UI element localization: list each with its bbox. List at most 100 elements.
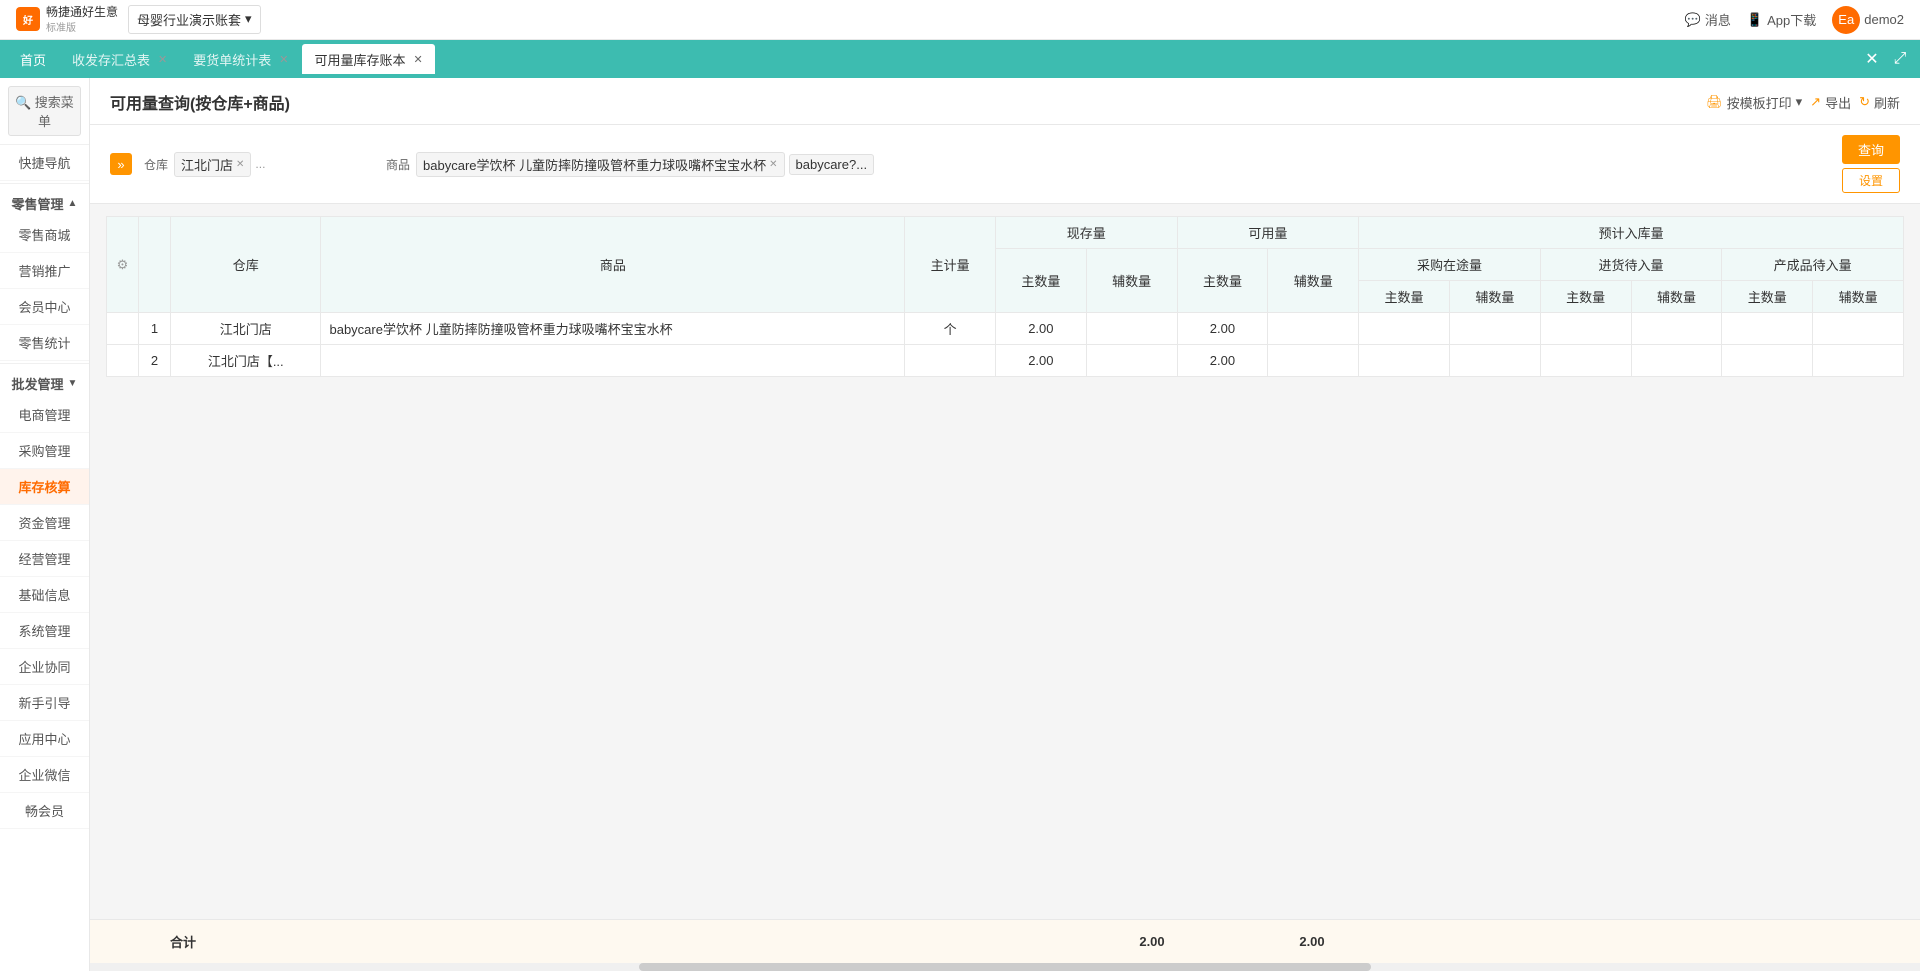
- tab-order-stats-close[interactable]: ✕: [279, 53, 288, 66]
- sidebar-search-area: 🔍 搜索菜单: [0, 78, 89, 145]
- row1-unit: 个: [905, 313, 996, 345]
- summary-available-main: 2.00: [1272, 926, 1352, 957]
- system-label: 系统管理: [18, 624, 70, 639]
- filter-expand-button[interactable]: »: [110, 153, 132, 175]
- org-selector[interactable]: 母婴行业演示账套 ▾: [128, 5, 261, 34]
- tab-receive-send-close[interactable]: ✕: [158, 53, 167, 66]
- top-bar: 好 畅捷通好生意 标准版 母婴行业演示账套 ▾ 💬 消息 📱 App下载 Ea …: [0, 0, 1920, 40]
- col-header-purchase-aux: 辅数量: [1449, 281, 1540, 313]
- row1-num: 1: [139, 313, 171, 345]
- setting-button[interactable]: 设置: [1842, 168, 1900, 193]
- tab-order-stats-label: 要货单统计表: [193, 50, 271, 69]
- inventory-label: 库存核算: [18, 480, 70, 495]
- org-name: 母婴行业演示账套: [137, 10, 241, 29]
- col-header-product: 商品: [321, 217, 905, 313]
- page-title: 可用量查询(按仓库+商品): [110, 90, 290, 114]
- filter-buttons: 查询 设置: [1842, 135, 1900, 193]
- sidebar-item-membership[interactable]: 会员中心: [0, 289, 89, 325]
- col-header-purchase-transit: 采购在途量: [1359, 249, 1541, 281]
- summary-table: 合计 2.00 2.00: [98, 926, 1912, 957]
- warehouse-more[interactable]: ...: [255, 157, 265, 171]
- app-center-label: 应用中心: [18, 732, 70, 747]
- product-tag-2[interactable]: babycare?...: [789, 154, 875, 175]
- sidebar-item-retail-stats[interactable]: 零售统计: [0, 325, 89, 361]
- sidebar-item-app-center[interactable]: 应用中心: [0, 721, 89, 757]
- product-tag-1-remove[interactable]: ✕: [769, 159, 777, 170]
- table-container: ⚙ 仓库 商品 主计量 现存量: [90, 204, 1920, 919]
- sidebar-search-button[interactable]: 🔍 搜索菜单: [8, 86, 81, 136]
- tab-home[interactable]: 首页: [8, 44, 58, 74]
- user-name: demo2: [1864, 12, 1904, 27]
- sidebar-item-vip-member[interactable]: 畅会员: [0, 793, 89, 829]
- row2-products-aux: [1813, 345, 1904, 377]
- warehouse-tag-1[interactable]: 江北门店 ✕: [174, 152, 251, 177]
- avatar-text: Ea: [1838, 12, 1854, 27]
- summary-current-main: 2.00: [1112, 926, 1192, 957]
- horizontal-scrollbar[interactable]: [90, 963, 1920, 971]
- enterprise-wechat-label: 企业微信: [18, 768, 70, 783]
- nav-maximize-button[interactable]: ⤢: [1888, 47, 1912, 71]
- tab-available-inventory[interactable]: 可用量库存账本 ✕: [302, 44, 434, 74]
- tab-home-label: 首页: [20, 50, 46, 69]
- retail-management-arrow: ▲: [68, 198, 78, 209]
- row2-num: 2: [139, 345, 171, 377]
- sidebar-item-operations[interactable]: 经营管理: [0, 541, 89, 577]
- query-button[interactable]: 查询: [1842, 135, 1900, 164]
- logo-area: 好 畅捷通好生意 标准版: [16, 5, 118, 34]
- row2-purchase-aux: [1449, 345, 1540, 377]
- tab-receive-send[interactable]: 收发存汇总表 ✕: [60, 44, 179, 74]
- table-settings-icon[interactable]: ⚙: [117, 257, 129, 272]
- summary-purchase-main: [1432, 926, 1512, 957]
- sidebar-item-finance[interactable]: 资金管理: [0, 505, 89, 541]
- row1-warehouse: 江北门店: [171, 313, 321, 345]
- sidebar-item-marketing[interactable]: 营销推广: [0, 253, 89, 289]
- export-label: 导出: [1825, 93, 1851, 112]
- scrollbar-thumb[interactable]: [639, 963, 1371, 971]
- procurement-label: 采购管理: [18, 444, 70, 459]
- top-bar-left: 好 畅捷通好生意 标准版 母婴行业演示账套 ▾: [16, 5, 261, 34]
- summary-products-aux: [1832, 926, 1912, 957]
- product-tag-1[interactable]: babycare学饮杯 儿童防摔防撞吸管杯重力球吸嘴杯宝宝水杯 ✕: [416, 152, 784, 177]
- expand-icon: »: [117, 157, 124, 172]
- sidebar-item-inventory[interactable]: 库存核算: [0, 469, 89, 505]
- app-download-button[interactable]: 📱 App下载: [1747, 10, 1816, 29]
- sidebar-item-wholesale-management[interactable]: 批发管理 ▼: [0, 366, 89, 397]
- product-col-label: 商品: [600, 258, 626, 273]
- sidebar-item-ecommerce[interactable]: 电商管理: [0, 397, 89, 433]
- retail-stats-label: 零售统计: [18, 336, 70, 351]
- sidebar-item-quick-nav[interactable]: 快捷导航: [0, 145, 89, 181]
- export-button[interactable]: ↗ 导出: [1810, 93, 1851, 112]
- col-header-current-aux: 辅数量: [1086, 249, 1177, 313]
- row1-available-main: 2.00: [1177, 313, 1268, 345]
- retail-management-label: 零售管理: [12, 194, 64, 213]
- user-area[interactable]: Ea demo2: [1832, 6, 1904, 34]
- data-table: ⚙ 仓库 商品 主计量 现存量: [106, 216, 1904, 377]
- available-main-label: 主数量: [1203, 274, 1242, 289]
- row2-product: [321, 345, 905, 377]
- tab-available-inventory-close[interactable]: ✕: [414, 53, 423, 66]
- print-template-button[interactable]: 🖨 按模板打印 ▾: [1706, 93, 1802, 112]
- sidebar-item-enterprise[interactable]: 企业协同: [0, 649, 89, 685]
- sidebar-item-enterprise-wechat[interactable]: 企业微信: [0, 757, 89, 793]
- warehouse-tag-1-remove[interactable]: ✕: [236, 159, 244, 170]
- enterprise-label: 企业协同: [18, 660, 70, 675]
- nav-close-button[interactable]: ✕: [1860, 47, 1884, 71]
- tab-order-stats[interactable]: 要货单统计表 ✕: [181, 44, 300, 74]
- summary-current-aux: [1192, 926, 1272, 957]
- row1-current-aux: [1086, 313, 1177, 345]
- row1-purchase-aux: [1449, 313, 1540, 345]
- sidebar-item-new-guide[interactable]: 新手引导: [0, 685, 89, 721]
- sidebar-item-retail-store[interactable]: 零售商城: [0, 217, 89, 253]
- sidebar-item-basics[interactable]: 基础信息: [0, 577, 89, 613]
- refresh-button[interactable]: ↻ 刷新: [1859, 93, 1900, 112]
- export-icon: ↗: [1810, 94, 1821, 110]
- col-header-goods-pending: 进货待入量: [1540, 249, 1722, 281]
- sidebar-item-retail-management[interactable]: 零售管理 ▲: [0, 186, 89, 217]
- product-filter: 商品 babycare学饮杯 儿童防摔防撞吸管杯重力球吸嘴杯宝宝水杯 ✕ bab…: [386, 152, 874, 177]
- summary-footer: 合计 2.00 2.00: [90, 919, 1920, 963]
- page-title-row: 可用量查询(按仓库+商品) 🖨 按模板打印 ▾ ↗ 导出 ↻ 刷新: [110, 90, 1900, 124]
- sidebar-item-procurement[interactable]: 采购管理: [0, 433, 89, 469]
- col-header-current-stock: 现存量: [995, 217, 1177, 249]
- sidebar-item-system[interactable]: 系统管理: [0, 613, 89, 649]
- message-button[interactable]: 💬 消息: [1685, 10, 1731, 29]
